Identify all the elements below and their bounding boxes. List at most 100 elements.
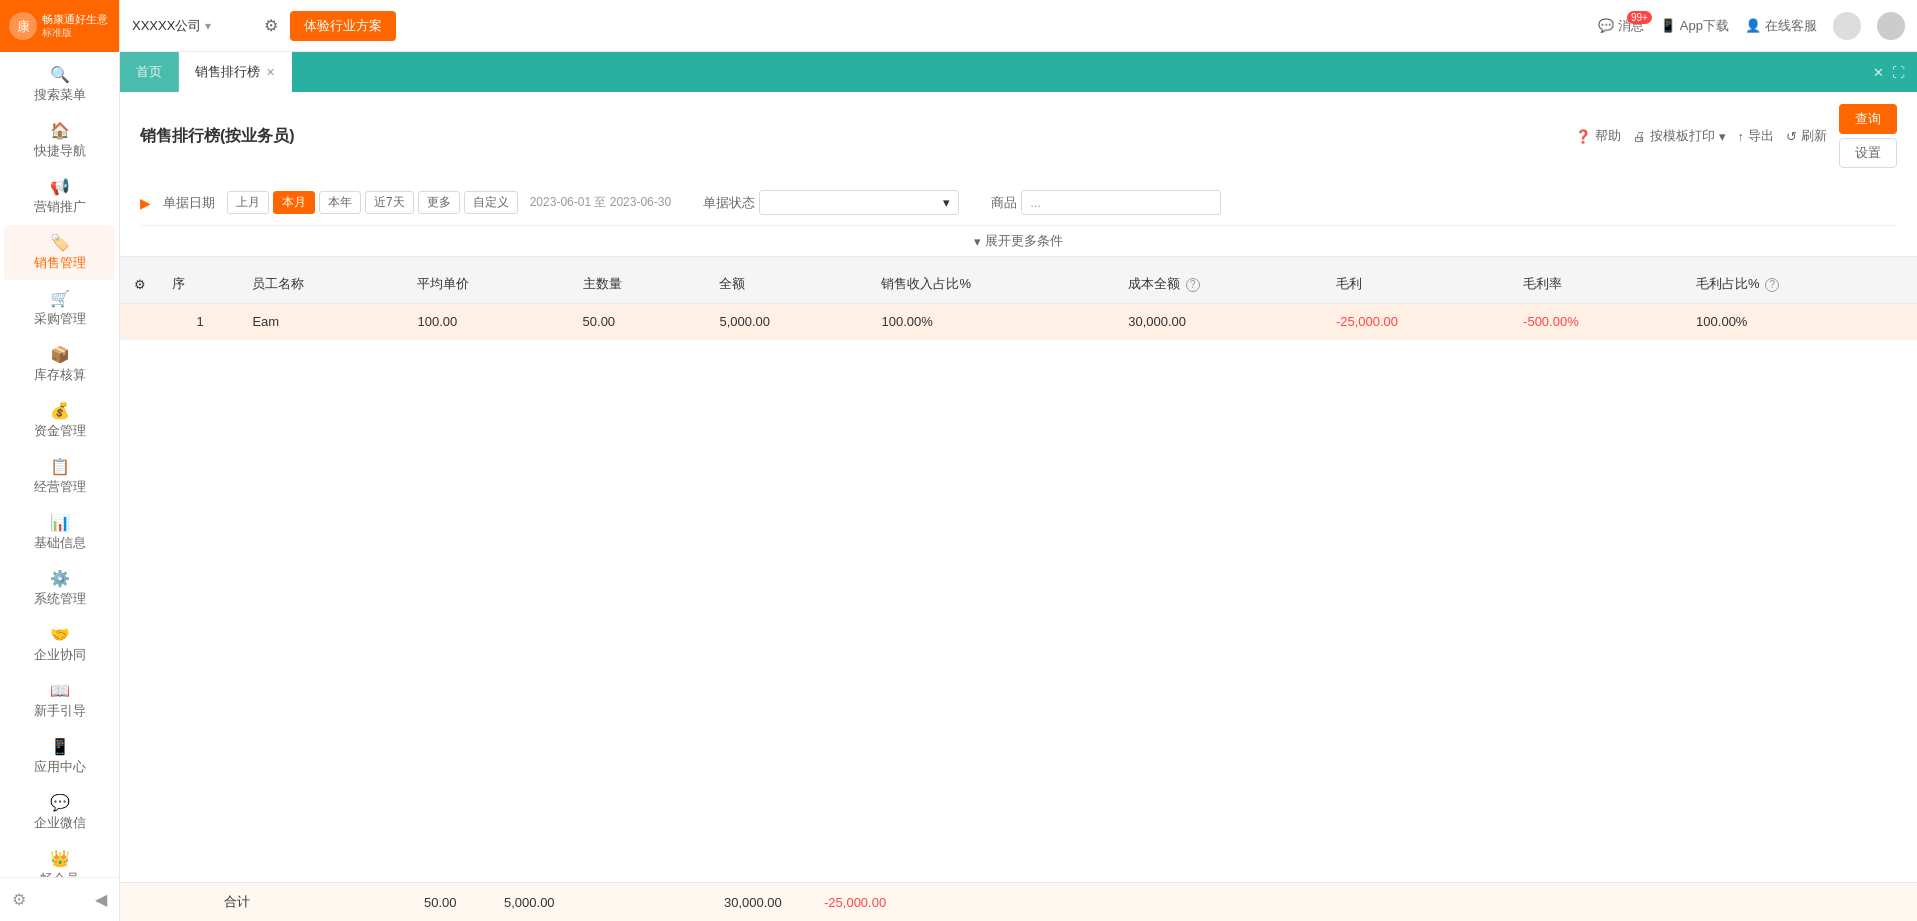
page-title: 销售排行榜(按业务员) [140, 126, 295, 147]
sidebar-item-icon-3: 🏷️ [50, 233, 70, 252]
sidebar-item-icon-10: 🤝 [50, 625, 70, 644]
th-cost: 成本全额 ? [1116, 265, 1324, 304]
filter-row: ▶ 单据日期 上月 本月 本年 近7天 更多 自定义 2023-06-01 至 … [140, 180, 1897, 225]
sidebar-item-label-2: 营销推广 [34, 198, 86, 216]
goods-input[interactable]: ... [1021, 190, 1221, 215]
industry-btn[interactable]: 体验行业方案 [290, 11, 396, 41]
sidebar-item-5[interactable]: 📦 库存核算 [4, 337, 115, 392]
cell-quantity-0: 50.00 [571, 304, 708, 340]
main-area: XXXXX公司 ▾ ⚙ 体验行业方案 💬 消息 99+ 📱 App下载 👤 在线… [120, 0, 1917, 921]
app-download-btn[interactable]: 📱 App下载 [1660, 17, 1729, 35]
cell-gross-0: -25,000.00 [1324, 304, 1511, 340]
settings-btn[interactable]: 设置 [1839, 138, 1897, 168]
sidebar-bottom: ⚙ ◀ [0, 877, 119, 921]
template-print-label: 按模板打印 [1650, 127, 1715, 145]
date-btn-this-month[interactable]: 本月 [273, 191, 315, 214]
sidebar-item-13[interactable]: 💬 企业微信 [4, 785, 115, 840]
svg-text:康: 康 [17, 19, 30, 34]
expand-label: 展开更多条件 [985, 232, 1063, 250]
sidebar-item-12[interactable]: 📱 应用中心 [4, 729, 115, 784]
sidebar-item-3[interactable]: 🏷️ 销售管理 [4, 225, 115, 280]
tab-sales-rank[interactable]: 销售排行榜 ✕ [179, 52, 292, 92]
tab-close-icon[interactable]: ✕ [266, 66, 275, 79]
export-btn[interactable]: ↑ 导出 [1738, 127, 1775, 145]
sidebar-item-11[interactable]: 📖 新手引导 [4, 673, 115, 728]
company-name: XXXXX公司 [132, 17, 201, 35]
tab-sales-rank-label: 销售排行榜 [195, 63, 260, 81]
date-btn-last-month[interactable]: 上月 [227, 191, 269, 214]
expand-conditions-btn[interactable]: ▾ 展开更多条件 [140, 225, 1897, 256]
app-name: 畅康通好生意 [42, 12, 108, 26]
sidebar-item-icon-13: 💬 [50, 793, 70, 812]
gross-pct-info-icon[interactable]: ? [1765, 278, 1779, 292]
company-selector[interactable]: XXXXX公司 ▾ [132, 17, 252, 35]
content-area: 销售排行榜(按业务员) ❓ 帮助 🖨 按模板打印 ▾ ↑ 导出 [120, 92, 1917, 921]
window-close-icon[interactable]: ✕ [1873, 65, 1884, 80]
tab-home-label: 首页 [136, 63, 162, 81]
tab-home[interactable]: 首页 [120, 52, 179, 92]
user-avatar[interactable] [1833, 12, 1861, 40]
page-header: 销售排行榜(按业务员) ❓ 帮助 🖨 按模板打印 ▾ ↑ 导出 [120, 92, 1917, 257]
expand-chevron-icon: ▾ [974, 234, 981, 249]
sidebar-settings-btn[interactable]: ⚙ [8, 886, 30, 913]
date-btn-custom[interactable]: 自定义 [464, 191, 518, 214]
date-btn-7days[interactable]: 近7天 [365, 191, 414, 214]
sidebar-item-icon-8: 📊 [50, 513, 70, 532]
online-service-btn[interactable]: 👤 在线客服 [1745, 17, 1817, 35]
cost-info-icon[interactable]: ? [1186, 278, 1200, 292]
app-download-icon: 📱 [1660, 18, 1676, 33]
goods-more-icon: ... [1030, 195, 1041, 210]
sidebar-item-label-10: 企业协同 [34, 646, 86, 664]
sidebar-item-label-8: 基础信息 [34, 534, 86, 552]
sidebar-item-8[interactable]: 📊 基础信息 [4, 505, 115, 560]
company-chevron-icon: ▾ [205, 19, 211, 33]
date-btn-more[interactable]: 更多 [418, 191, 460, 214]
print-chevron-icon: ▾ [1719, 129, 1726, 144]
sidebar-nav: 🔍 搜索菜单 🏠 快捷导航 📢 营销推广 🏷️ 销售管理 🛒 采购管理 📦 库存… [0, 52, 119, 877]
sidebar-item-10[interactable]: 🤝 企业协同 [4, 617, 115, 672]
tabbar: 首页 销售排行榜 ✕ ✕ ⛶ [120, 52, 1917, 92]
topbar-settings-btn[interactable]: ⚙ [260, 12, 282, 39]
sidebar-item-6[interactable]: 💰 资金管理 [4, 393, 115, 448]
th-rank: 序 [160, 265, 240, 304]
sidebar-item-label-3: 销售管理 [34, 254, 86, 272]
refresh-btn[interactable]: ↺ 刷新 [1786, 127, 1827, 145]
table-head: ⚙ 序 员工名称 平均单价 主数量 全额 销售收入占比% 成本全额 ? 毛利 毛… [120, 265, 1917, 304]
sidebar-item-14[interactable]: 👑 畅会员 [4, 841, 115, 877]
sidebar-item-0[interactable]: 🔍 搜索菜单 [4, 57, 115, 112]
cell-sales-pct-0: 100.00% [869, 304, 1116, 340]
help-btn[interactable]: ❓ 帮助 [1575, 127, 1621, 145]
sidebar-item-label-9: 系统管理 [34, 590, 86, 608]
date-filter-label: 单据日期 [163, 194, 215, 212]
date-btn-this-year[interactable]: 本年 [319, 191, 361, 214]
sidebar-collapse-btn[interactable]: ◀ [91, 886, 111, 913]
goods-label: 商品 [991, 194, 1017, 212]
sidebar-item-7[interactable]: 📋 经营管理 [4, 449, 115, 504]
sidebar-item-label-13: 企业微信 [34, 814, 86, 832]
query-btn[interactable]: 查询 [1839, 104, 1897, 134]
footer-amount: 5,000.00 [492, 895, 592, 910]
sidebar-item-icon-2: 📢 [50, 177, 70, 196]
service-icon: 👤 [1745, 18, 1761, 33]
expand-toggle-icon[interactable]: ▶ [140, 195, 151, 211]
sidebar-item-4[interactable]: 🛒 采购管理 [4, 281, 115, 336]
cell-avg-price-0: 100.00 [405, 304, 570, 340]
footer-label: 合计 [212, 893, 332, 911]
sidebar-item-icon-5: 📦 [50, 345, 70, 364]
sidebar-item-2[interactable]: 📢 营销推广 [4, 169, 115, 224]
sidebar-item-1[interactable]: 🏠 快捷导航 [4, 113, 115, 168]
sidebar-item-label-11: 新手引导 [34, 702, 86, 720]
export-icon: ↑ [1738, 129, 1745, 144]
messages-btn[interactable]: 💬 消息 99+ [1598, 17, 1644, 35]
help-icon: ❓ [1575, 129, 1591, 144]
window-expand-icon[interactable]: ⛶ [1892, 65, 1905, 80]
table-row: 1 Eam 100.00 50.00 5,000.00 100.00% 30,0… [120, 304, 1917, 340]
th-settings[interactable]: ⚙ [120, 265, 160, 304]
window-btns: ✕ ⛶ [1861, 65, 1917, 80]
sidebar-item-9[interactable]: ⚙️ 系统管理 [4, 561, 115, 616]
cell-amount-0: 5,000.00 [707, 304, 869, 340]
status-select[interactable]: ▾ [759, 190, 959, 215]
date-buttons: 上月 本月 本年 近7天 更多 自定义 [227, 191, 518, 214]
user-name[interactable] [1877, 12, 1905, 40]
template-print-btn[interactable]: 🖨 按模板打印 ▾ [1633, 127, 1726, 145]
